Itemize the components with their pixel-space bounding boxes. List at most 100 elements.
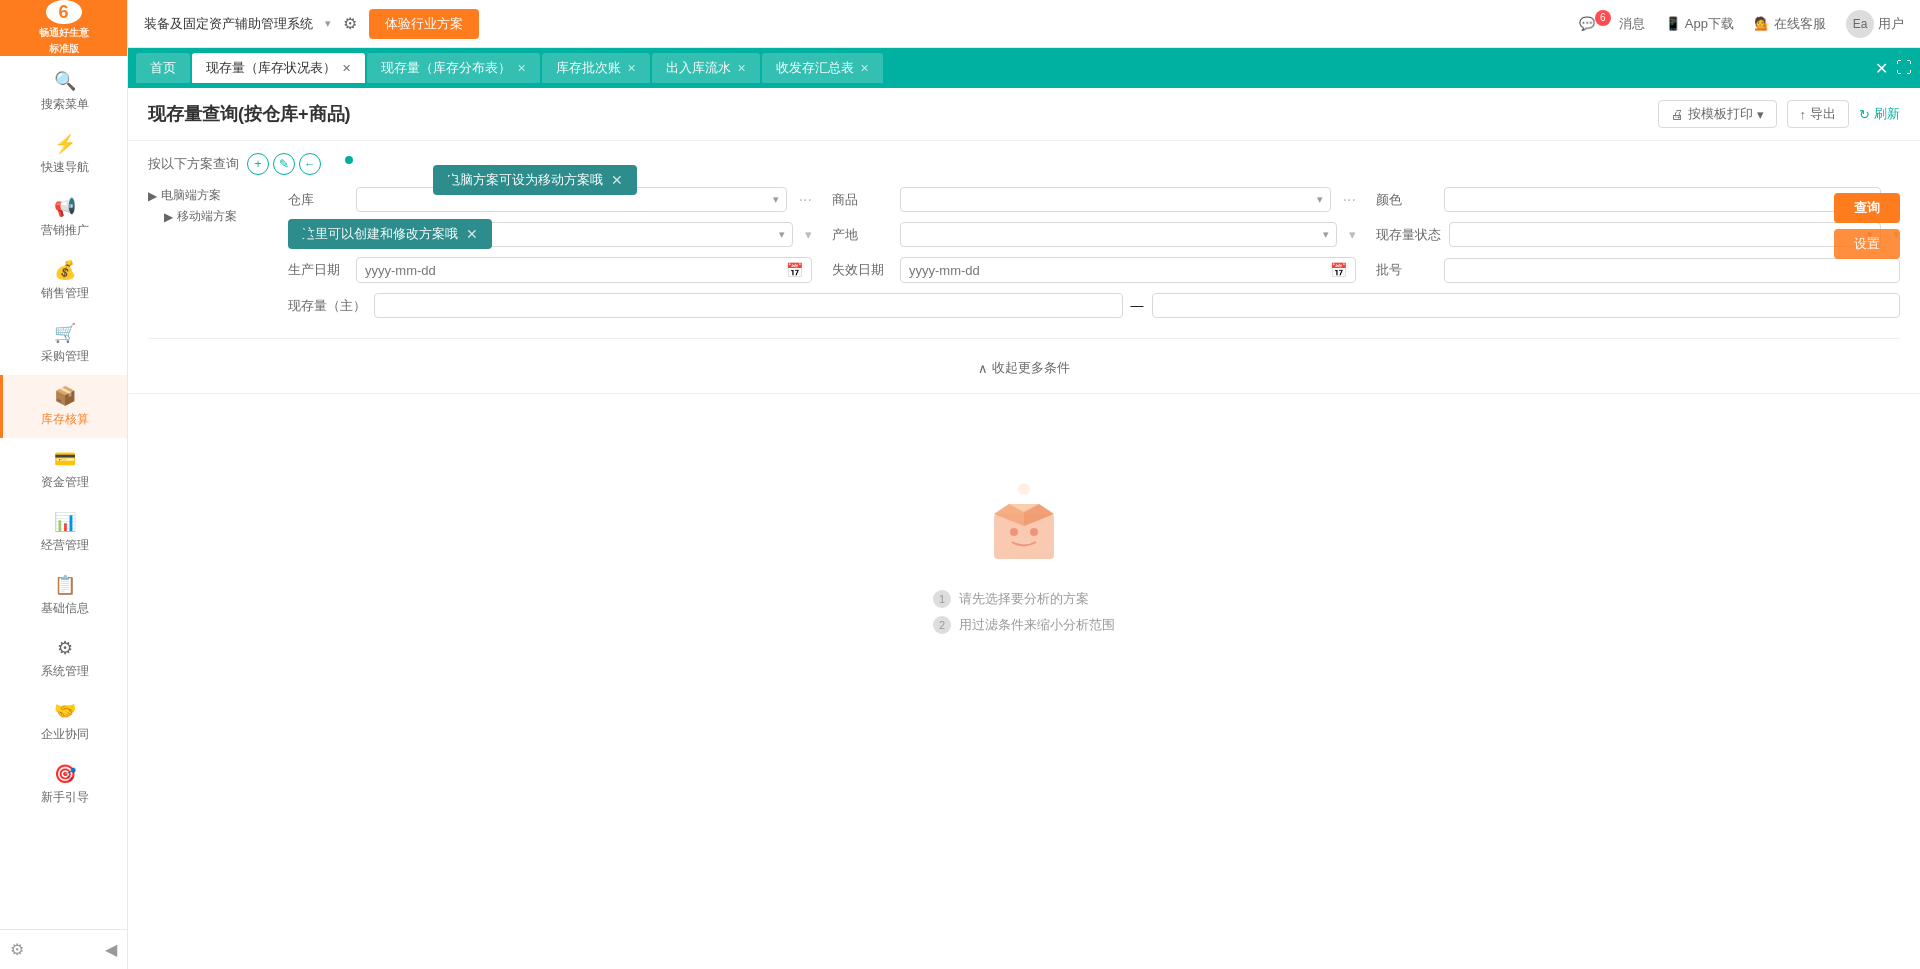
main-inventory-min[interactable]	[374, 293, 1123, 318]
sidebar-item-enterprise[interactable]: 🤝 企业协同	[0, 690, 127, 753]
create-scheme-tooltip-text: 这里可以创建和修改方案哦	[302, 225, 458, 243]
warehouse-dots[interactable]: ···	[799, 191, 812, 209]
warehouse-label: 仓库	[288, 191, 348, 209]
inventory-status-input[interactable]	[1449, 222, 1881, 247]
sidebar-item-marketing[interactable]: 📢 营销推广	[0, 186, 127, 249]
sidebar-item-operation[interactable]: 📊 经营管理	[0, 501, 127, 564]
sidebar-item-inventory[interactable]: 📦 库存核算	[0, 375, 127, 438]
refresh-btn[interactable]: ↻ 刷新	[1859, 105, 1900, 123]
tab-home[interactable]: 首页	[136, 53, 190, 83]
pc-scheme-label[interactable]: 电脑端方案	[161, 187, 221, 204]
logo-icon: 6	[46, 0, 82, 24]
tab-close-icon[interactable]: ✕	[627, 62, 636, 75]
tab-inventory-status[interactable]: 现存量（库存状况表） ✕	[192, 53, 365, 83]
sidebar-item-quicknav[interactable]: ⚡ 快速导航	[0, 123, 127, 186]
sidebar-item-label: 基础信息	[41, 600, 89, 617]
sidebar-item-guide[interactable]: 🎯 新手引导	[0, 753, 127, 816]
export-icon: ↑	[1800, 107, 1807, 122]
expiry-date-label: 失效日期	[832, 261, 892, 279]
production-date-calendar-icon[interactable]: 📅	[786, 262, 803, 278]
goods-field: 商品 ···	[832, 187, 1356, 212]
create-scheme-tooltip-close[interactable]: ✕	[466, 226, 478, 242]
production-date-field: 生产日期 📅	[288, 257, 812, 283]
tab-close-icon[interactable]: ✕	[737, 62, 746, 75]
filter-row-3: 生产日期 📅 失效日期 📅	[288, 257, 1900, 283]
color-label: 颜色	[1376, 191, 1436, 209]
mobile-icon: 📱	[1665, 16, 1681, 31]
export-label: 导出	[1810, 105, 1836, 123]
back-scheme-btn[interactable]: ←	[299, 153, 321, 175]
message-item[interactable]: 💬 6 消息	[1579, 15, 1645, 33]
main-inventory-max[interactable]	[1152, 293, 1901, 318]
origin-select-wrap	[900, 222, 1337, 247]
enterprise-icon: 🤝	[54, 700, 76, 722]
collapse-btn[interactable]: ∧ 收起更多条件	[148, 351, 1900, 385]
reset-btn[interactable]: 设置	[1834, 229, 1900, 259]
content-area: 现存量查询(按仓库+商品) 🖨 按模板打印 ▾ ↑ 导出 ↻ 刷新	[128, 88, 1920, 969]
sidebar-item-label: 营销推广	[41, 222, 89, 239]
empty-hint-1: 1 请先选择要分析的方案	[933, 590, 1115, 608]
topbar-gear-icon[interactable]: ⚙	[343, 14, 357, 33]
app-download-item[interactable]: 📱 App下载	[1665, 15, 1734, 33]
origin-label: 产地	[832, 226, 892, 244]
color-field: 颜色 ▾	[1376, 187, 1900, 212]
tab-close-icon[interactable]: ✕	[517, 62, 526, 75]
pc-tooltip-close[interactable]: ✕	[611, 172, 623, 188]
goods-dots[interactable]: ···	[1343, 191, 1356, 209]
system-name: 装备及固定资产辅助管理系统	[144, 15, 313, 33]
sidebar-item-basic[interactable]: 📋 基础信息	[0, 564, 127, 627]
page-title: 现存量查询(按仓库+商品)	[148, 102, 351, 126]
avatar-text: Ea	[1853, 17, 1868, 31]
tab-close-all-icon[interactable]: ✕	[1875, 59, 1888, 78]
export-btn[interactable]: ↑ 导出	[1787, 100, 1850, 128]
sidebar-item-sales[interactable]: 💰 销售管理	[0, 249, 127, 312]
expiry-date-input[interactable]	[909, 263, 1330, 278]
tab-close-icon[interactable]: ✕	[342, 62, 351, 75]
goods-input[interactable]	[900, 187, 1331, 212]
tab-inventory-dist-label: 现存量（库存分布表）	[381, 59, 511, 77]
filter-label: 按以下方案查询	[148, 155, 239, 173]
search-btn[interactable]: 查询	[1834, 193, 1900, 223]
sidebar-item-purchase[interactable]: 🛒 采购管理	[0, 312, 127, 375]
search-btn-group: 查询 设置	[1834, 193, 1900, 259]
add-scheme-btn[interactable]: +	[247, 153, 269, 175]
tab-close-icon[interactable]: ✕	[860, 62, 869, 75]
goods-label: 商品	[832, 191, 892, 209]
sidebar-item-system[interactable]: ⚙ 系统管理	[0, 627, 127, 690]
tab-collect-summary[interactable]: 收发存汇总表 ✕	[762, 53, 883, 83]
color-select-wrap	[1444, 187, 1881, 212]
tab-batch-ledger[interactable]: 库存批次账 ✕	[542, 53, 650, 83]
sidebar-item-finance[interactable]: 💳 资金管理	[0, 438, 127, 501]
empty-state: 1 请先选择要分析的方案 2 用过滤条件来缩小分析范围	[128, 394, 1920, 714]
online-service-item[interactable]: 💁 在线客服	[1754, 15, 1826, 33]
batch-input[interactable]	[1444, 258, 1900, 283]
scheme-list: ▶ 电脑端方案 ▶ 移动端方案	[148, 187, 268, 225]
expiry-date-calendar-icon[interactable]: 📅	[1330, 262, 1347, 278]
user-item[interactable]: Ea 用户	[1846, 10, 1904, 38]
edit-scheme-btn[interactable]: ✎	[273, 153, 295, 175]
settings-icon[interactable]: ⚙	[10, 940, 24, 959]
tab-fullscreen-icon[interactable]: ⛶	[1896, 59, 1912, 78]
logo-sublabel: 标准版	[49, 42, 79, 56]
production-date-input[interactable]	[365, 263, 786, 278]
empty-text: 1 请先选择要分析的方案 2 用过滤条件来缩小分析范围	[933, 590, 1115, 634]
mobile-scheme-label[interactable]: 移动端方案	[177, 208, 237, 225]
purchase-icon: 🛒	[54, 322, 76, 344]
system-icon: ⚙	[57, 637, 73, 659]
collapse-label: 收起更多条件	[992, 359, 1070, 377]
page-header: 现存量查询(按仓库+商品) 🖨 按模板打印 ▾ ↑ 导出 ↻ 刷新	[128, 88, 1920, 141]
pc-scheme-arrow: ▶	[148, 189, 157, 203]
tab-inout-flow[interactable]: 出入库流水 ✕	[652, 53, 760, 83]
tab-inventory-dist[interactable]: 现存量（库存分布表） ✕	[367, 53, 540, 83]
expiry-date-input-wrap: 📅	[900, 257, 1356, 283]
sidebar-item-search[interactable]: 🔍 搜索菜单	[0, 60, 127, 123]
origin-input[interactable]	[900, 222, 1337, 247]
sidebar-item-label: 系统管理	[41, 663, 89, 680]
collapse-icon[interactable]: ◀	[105, 940, 117, 959]
trial-btn[interactable]: 体验行业方案	[369, 9, 479, 39]
svg-point-1	[1010, 528, 1018, 536]
hint-text-1: 请先选择要分析的方案	[959, 590, 1089, 608]
color-input[interactable]	[1444, 187, 1881, 212]
svg-point-2	[1030, 528, 1038, 536]
print-btn[interactable]: 🖨 按模板打印 ▾	[1658, 100, 1777, 128]
